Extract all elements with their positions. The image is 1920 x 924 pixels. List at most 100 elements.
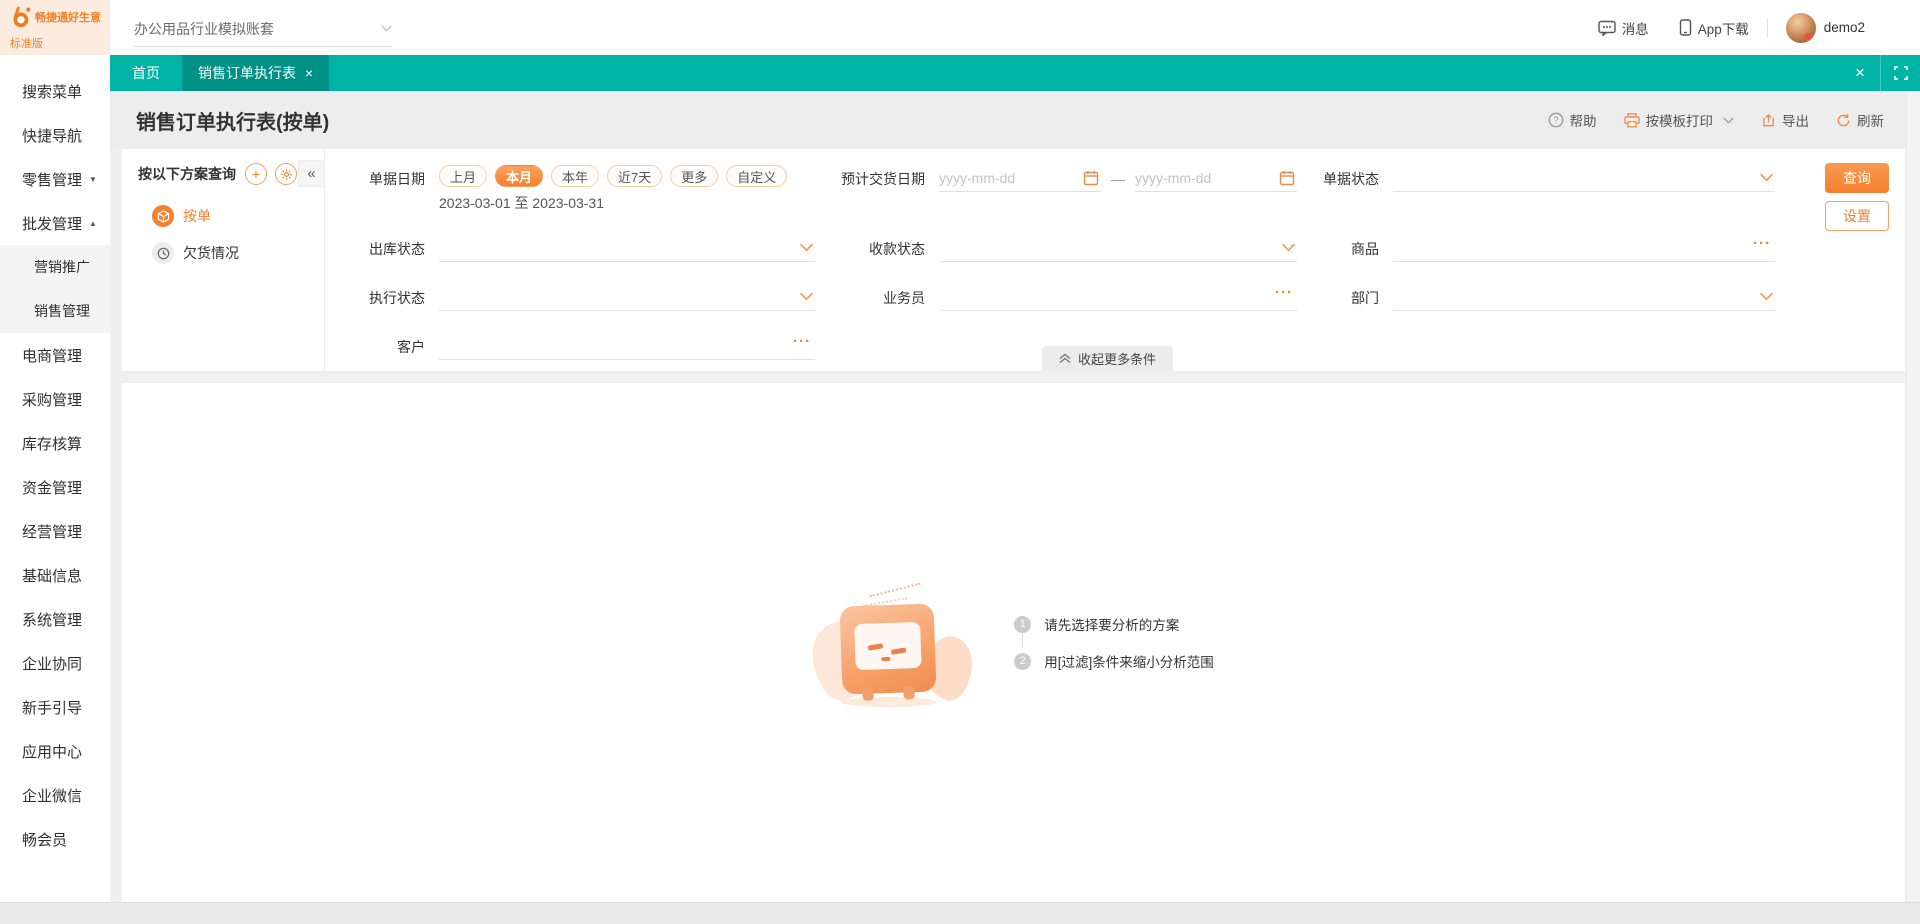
collapse-arrow-icon: ▼: [89, 174, 97, 184]
refresh-button[interactable]: 刷新: [1836, 110, 1884, 130]
page-toolbar: ? 帮助 按模板打印 导出 刷新: [1548, 110, 1884, 130]
sidebar-item-beginner-guide[interactable]: 新手引导: [0, 685, 110, 729]
doc-status-select[interactable]: [1393, 165, 1775, 192]
sidebar-item-wechat-work[interactable]: 企业微信: [0, 773, 110, 817]
delivery-date-label: 预计交货日期: [841, 171, 925, 187]
fullscreen-icon: [1893, 66, 1908, 80]
messages-button[interactable]: 消息: [1597, 18, 1649, 38]
pill-custom[interactable]: 自定义: [726, 165, 788, 187]
account-name: 办公用品行业模拟账套: [134, 20, 274, 37]
tab-home[interactable]: 首页: [110, 55, 182, 91]
pill-last-month[interactable]: 上月: [439, 165, 488, 187]
empty-state-steps: 1 请先选择要分析的方案 2 用[过滤]条件来缩小分析范围: [1014, 614, 1214, 671]
sidebar-item-inventory-accounting[interactable]: 库存核算: [0, 421, 110, 465]
sidebar-item-system-mgmt[interactable]: 系统管理: [0, 597, 110, 641]
query-panel-title: 按以下方案查询: [138, 166, 236, 182]
sidebar-item-ecommerce-mgmt[interactable]: 电商管理: [0, 333, 110, 377]
scheme-item-backorder[interactable]: 欠货情况: [152, 242, 324, 264]
collapse-panel-button[interactable]: «: [298, 160, 325, 187]
sidebar-item-wholesale-mgmt[interactable]: 批发管理 ▲: [0, 201, 110, 245]
result-card: 1 请先选择要分析的方案 2 用[过滤]条件来缩小分析范围: [122, 383, 1905, 902]
horizontal-scrollbar[interactable]: [0, 902, 1920, 924]
titlebar: 销售订单执行表(按单) ? 帮助 按模板打印 导出 刷新: [110, 91, 1920, 149]
account-selector[interactable]: 办公用品行业模拟账套: [134, 19, 392, 47]
expand-arrow-icon: ▲: [89, 218, 97, 228]
search-button[interactable]: 查询: [1825, 163, 1889, 193]
chevron-down-icon: [1760, 292, 1773, 301]
pill-this-month[interactable]: 本月: [495, 165, 544, 187]
collapse-more-conditions[interactable]: 收起更多条件: [1042, 346, 1174, 371]
empty-state: 1 请先选择要分析的方案 2 用[过滤]条件来缩小分析范围: [800, 579, 1214, 707]
pill-more[interactable]: 更多: [670, 165, 719, 187]
range-separator: —: [1111, 170, 1125, 187]
sidebar-nav: 搜索菜单 快捷导航 零售管理 ▼ 批发管理 ▲ 营销推广 销售管理 电商管理 采购管…: [0, 55, 110, 861]
doc-status-label: 单据状态: [1323, 171, 1379, 187]
outbound-status-select[interactable]: [439, 235, 815, 262]
message-icon: [1597, 20, 1616, 36]
sidebar-item-purchase-mgmt[interactable]: 采购管理: [0, 377, 110, 421]
add-scheme-button[interactable]: +: [245, 163, 267, 185]
pill-this-year[interactable]: 本年: [551, 165, 600, 187]
main-column: 办公用品行业模拟账套 消息 App下载 demo2 首页 销售订单执行表 × ×…: [110, 0, 1920, 902]
calendar-icon[interactable]: [1083, 170, 1099, 191]
delivery-date-end: [1135, 165, 1297, 192]
brand-name: 畅捷通好生意: [35, 12, 101, 24]
sidebar-item-quick-nav[interactable]: 快捷导航: [0, 113, 110, 157]
app-root: 畅捷通好生意 标准版 搜索菜单 快捷导航 零售管理 ▼ 批发管理 ▲ 营销推广 销售…: [0, 0, 1920, 924]
exec-status-label: 执行状态: [369, 290, 425, 306]
scheme-settings-button[interactable]: [275, 163, 297, 185]
printer-icon: [1623, 112, 1640, 127]
sidebar-item-search-menu[interactable]: 搜索菜单: [0, 69, 110, 113]
divider: [1766, 17, 1768, 38]
customer-picker[interactable]: ···: [439, 333, 815, 360]
sidebar-item-enterprise-collab[interactable]: 企业协同: [0, 641, 110, 685]
payment-status-field: 收款状态: [827, 235, 1297, 262]
scheme-item-by-order[interactable]: 按单: [152, 205, 324, 227]
app-download-button[interactable]: App下载: [1679, 18, 1749, 38]
phone-icon: [1679, 19, 1691, 36]
tabbar-actions: ×: [1840, 55, 1920, 91]
pill-last-7-days[interactable]: 近7天: [607, 165, 663, 187]
double-chevron-up-icon: [1059, 353, 1071, 364]
goods-picker[interactable]: ···: [1393, 235, 1775, 262]
sidebar-item-funds-mgmt[interactable]: 资金管理: [0, 465, 110, 509]
help-icon: ?: [1548, 112, 1563, 128]
sidebar-item-marketing-promo[interactable]: 营销推广: [0, 245, 110, 289]
close-all-tabs-button[interactable]: ×: [1840, 55, 1880, 91]
sidebar-item-chang-member[interactable]: 畅会员: [0, 817, 110, 861]
customer-field: 客户 ···: [355, 333, 815, 360]
brand-edition: 标准版: [10, 38, 43, 50]
refresh-icon: [1837, 113, 1850, 126]
calendar-icon[interactable]: [1279, 170, 1295, 191]
step-text: 用[过滤]条件来缩小分析范围: [1044, 655, 1214, 670]
payment-status-select[interactable]: [939, 235, 1297, 262]
sidebar-item-operations-mgmt[interactable]: 经营管理: [0, 509, 110, 553]
scheme-list: 按单 欠货情况: [138, 205, 324, 264]
avatar[interactable]: [1785, 12, 1816, 43]
outbound-status-field: 出库状态: [355, 235, 815, 262]
salesman-picker[interactable]: ···: [939, 284, 1297, 311]
sidebar-item-app-center[interactable]: 应用中心: [0, 729, 110, 773]
print-by-template-button[interactable]: 按模板打印: [1623, 110, 1735, 130]
settings-button[interactable]: 设置: [1825, 201, 1889, 231]
chevron-down-icon: [1282, 243, 1295, 252]
step-text: 请先选择要分析的方案: [1044, 618, 1180, 633]
delivery-date-end-input[interactable]: [1135, 170, 1297, 186]
step-1: 1 请先选择要分析的方案: [1014, 614, 1214, 634]
dept-select[interactable]: [1393, 284, 1775, 311]
vertical-scrollbar[interactable]: [1906, 91, 1920, 902]
exec-status-select[interactable]: [439, 284, 815, 311]
export-button[interactable]: 导出: [1761, 110, 1809, 130]
sidebar-item-retail-mgmt[interactable]: 零售管理 ▼: [0, 157, 110, 201]
chevron-down-icon: [1723, 117, 1734, 124]
sidebar-item-sales-mgmt[interactable]: 销售管理: [0, 289, 110, 333]
fullscreen-button[interactable]: [1880, 55, 1920, 91]
query-scheme-panel: 按以下方案查询 + « 按单 欠货情况: [122, 149, 325, 371]
tab-close-icon[interactable]: ×: [305, 66, 313, 80]
close-icon: ×: [1855, 63, 1865, 82]
help-button[interactable]: ? 帮助: [1548, 110, 1597, 130]
tab-sales-order-report[interactable]: 销售订单执行表 ×: [182, 55, 330, 91]
sidebar-item-basic-info[interactable]: 基础信息: [0, 553, 110, 597]
delivery-date-start-input[interactable]: [939, 170, 1101, 186]
dept-field: 部门: [1309, 284, 1775, 311]
